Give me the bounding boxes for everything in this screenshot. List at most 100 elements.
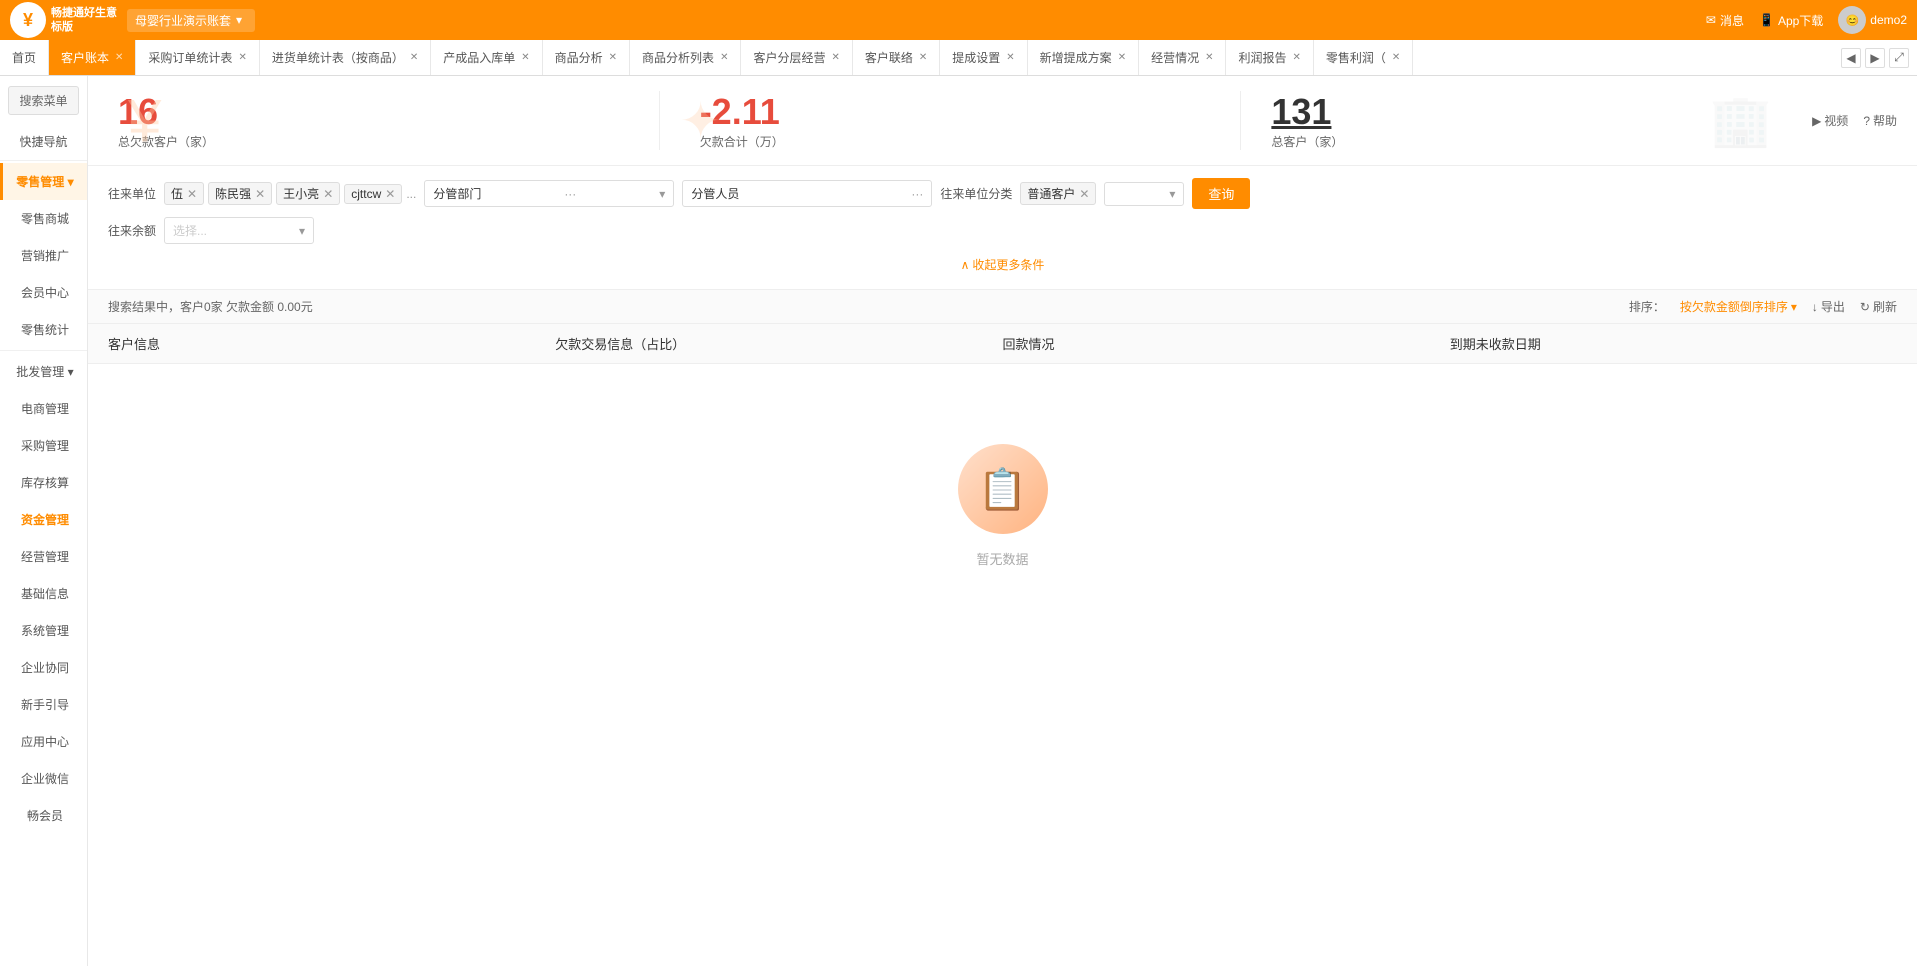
- sidebar-item-purchase-mgmt[interactable]: 采购管理: [0, 427, 87, 464]
- empty-state: 📋 暂无数据: [958, 444, 1048, 568]
- sidebar-item-enterprise-collab[interactable]: 企业协同: [0, 649, 87, 686]
- sidebar-item-retail-stats[interactable]: 零售统计: [0, 311, 87, 348]
- close-tab-customer-segment[interactable]: ✕: [831, 52, 839, 63]
- sidebar-item-retail-mgmt[interactable]: 零售管理 ▾: [0, 163, 87, 200]
- collapse-btn[interactable]: ∧ 收起更多条件: [108, 252, 1897, 277]
- close-tab-purchase-stats[interactable]: ✕: [410, 52, 418, 63]
- tab-customers[interactable]: 客户账本 ✕: [49, 40, 136, 75]
- dept-selector-dots: ···: [564, 187, 576, 201]
- unit-tag-2[interactable]: 王小亮 ✕: [276, 182, 340, 205]
- stat-card-3: 🏢 131 总客户（家）: [1241, 91, 1792, 150]
- close-tab-purchase-orders[interactable]: ✕: [238, 52, 246, 63]
- sidebar-item-app-center[interactable]: 应用中心: [0, 723, 87, 760]
- tab-cost-in[interactable]: 产成品入库单 ✕: [431, 40, 542, 75]
- sidebar-item-retail-mall[interactable]: 零售商城: [0, 200, 87, 237]
- sidebar-item-capital-mgmt[interactable]: 资金管理: [0, 501, 87, 538]
- logo-text: 畅捷通好生意 标版: [51, 6, 117, 35]
- tab-expand-btn[interactable]: ⤢: [1889, 48, 1909, 68]
- unit-tag-1[interactable]: 陈民强 ✕: [208, 182, 272, 205]
- remove-unit-type-tag[interactable]: ✕: [1079, 187, 1089, 201]
- help-btn[interactable]: ? 帮助: [1863, 112, 1897, 129]
- tab-prev-btn[interactable]: ◀: [1841, 48, 1861, 68]
- close-tab-operation[interactable]: ✕: [1205, 52, 1213, 63]
- empty-icon: 📋: [958, 444, 1048, 534]
- close-tab-goods-analysis[interactable]: ✕: [609, 52, 617, 63]
- sidebar-item-marketing[interactable]: 营销推广: [0, 237, 87, 274]
- results-summary: 搜索结果中，客户0家 欠款金额 0.00元: [108, 298, 313, 315]
- remove-unit-tag-1[interactable]: ✕: [255, 187, 265, 201]
- sidebar-item-enterprise-wechat[interactable]: 企业微信: [0, 760, 87, 797]
- unit-tags-more[interactable]: ...: [406, 187, 416, 201]
- stat-bg-icon-3: 🏢: [1710, 91, 1772, 150]
- sidebar-divider-2: [0, 350, 87, 351]
- top-bar: ¥ 畅捷通好生意 标版 母婴行业演示账套 ▾ ✉ 消息 📱 App下载 😊 de…: [0, 0, 1917, 40]
- sidebar-item-ecommerce-mgmt[interactable]: 电商管理: [0, 390, 87, 427]
- tab-purchase-orders[interactable]: 采购订单统计表 ✕: [136, 40, 259, 75]
- unit-tag-3[interactable]: cjttcw ✕: [344, 184, 402, 204]
- search-menu-btn[interactable]: 搜索菜单: [8, 86, 79, 115]
- tab-home[interactable]: 首页: [0, 40, 49, 75]
- tab-purchase-stats[interactable]: 进货单统计表（按商品） ✕: [260, 40, 431, 75]
- org-selector[interactable]: 母婴行业演示账套 ▾: [127, 9, 255, 32]
- stat-bg-icon-1: ¥: [128, 86, 161, 155]
- unit-filter-label: 往来单位: [108, 185, 156, 202]
- sidebar-item-new-guide[interactable]: 新手引导: [0, 686, 87, 723]
- tab-goods-list[interactable]: 商品分析列表 ✕: [630, 40, 741, 75]
- unit-filter-tags: 伍 ✕ 陈民强 ✕ 王小亮 ✕ cjttcw ✕: [164, 182, 416, 205]
- close-tab-retail-profit[interactable]: ✕: [1392, 52, 1400, 63]
- help-icon: ?: [1863, 114, 1870, 128]
- tab-goods-analysis[interactable]: 商品分析 ✕: [543, 40, 630, 75]
- remove-unit-tag-3[interactable]: ✕: [385, 187, 395, 201]
- table-body-empty: 📋 暂无数据: [88, 364, 1917, 648]
- sort-selector[interactable]: 按欠款金额倒序排序 ▾: [1680, 298, 1797, 315]
- dept-selector[interactable]: 分管部门 ··· ▾: [424, 180, 674, 207]
- remove-unit-tag-0[interactable]: ✕: [187, 187, 197, 201]
- sidebar-item-basic-info[interactable]: 基础信息: [0, 575, 87, 612]
- message-btn[interactable]: ✉ 消息: [1706, 12, 1744, 29]
- export-btn[interactable]: ↓ 导出: [1812, 298, 1845, 315]
- tab-profit-report[interactable]: 利润报告 ✕: [1226, 40, 1313, 75]
- close-tab-goods-list[interactable]: ✕: [720, 52, 728, 63]
- col-header-payment: 回款情况: [1003, 334, 1450, 353]
- close-tab-profit-report[interactable]: ✕: [1293, 52, 1301, 63]
- refresh-btn[interactable]: ↻ 刷新: [1860, 298, 1897, 315]
- col-header-customer: 客户信息: [108, 334, 555, 353]
- sidebar-item-inventory[interactable]: 库存核算: [0, 464, 87, 501]
- close-tab-cost-in[interactable]: ✕: [521, 52, 529, 63]
- unit-tag-0[interactable]: 伍 ✕: [164, 182, 204, 205]
- tab-raise-settings[interactable]: 提成设置 ✕: [940, 40, 1027, 75]
- person-selector[interactable]: 分管人员 ···: [682, 180, 932, 207]
- close-tab-raise-settings[interactable]: ✕: [1006, 52, 1014, 63]
- tab-customer-contact[interactable]: 客户联络 ✕: [853, 40, 940, 75]
- top-right: ✉ 消息 📱 App下载 😊 demo2: [1706, 6, 1907, 34]
- sidebar-item-system-mgmt[interactable]: 系统管理: [0, 612, 87, 649]
- balance-selector[interactable]: 选择... ▾: [164, 217, 314, 244]
- tab-operation[interactable]: 经营情况 ✕: [1139, 40, 1226, 75]
- tab-next-btn[interactable]: ▶: [1865, 48, 1885, 68]
- sidebar-item-wholesale-mgmt[interactable]: 批发管理 ▾: [0, 353, 87, 390]
- quick-nav-btn[interactable]: 快捷导航: [0, 125, 87, 158]
- close-tab-customers[interactable]: ✕: [115, 52, 123, 63]
- stat-info-3: 131 总客户（家）: [1271, 91, 1343, 150]
- user-profile-btn[interactable]: 😊 demo2: [1838, 6, 1907, 34]
- unit-type-tag-0[interactable]: 普通客户 ✕: [1020, 182, 1096, 205]
- sidebar: 搜索菜单 快捷导航 零售管理 ▾ 零售商城 营销推广 会员中心 零售统计 批发管…: [0, 76, 88, 966]
- message-icon: ✉: [1706, 13, 1716, 27]
- close-tab-customer-contact[interactable]: ✕: [919, 52, 927, 63]
- sidebar-item-member-center[interactable]: 会员中心: [0, 274, 87, 311]
- tab-retail-profit[interactable]: 零售利润（ ✕: [1314, 40, 1413, 75]
- unit-type-arrow: ▾: [1169, 187, 1175, 201]
- unit-type-dropdown[interactable]: ▾: [1104, 182, 1184, 206]
- query-btn[interactable]: 查询: [1192, 178, 1250, 209]
- tab-bar: 首页 客户账本 ✕ 采购订单统计表 ✕ 进货单统计表（按商品） ✕ 产成品入库单…: [0, 40, 1917, 76]
- video-btn[interactable]: ▶ 视频: [1812, 112, 1848, 129]
- stat-card-2: ✦ -2.11 欠款合计（万）: [660, 91, 1242, 150]
- col-header-debt: 欠款交易信息（占比）: [555, 334, 1002, 353]
- sidebar-item-unlimited-member[interactable]: 畅会员: [0, 797, 87, 834]
- app-download-btn[interactable]: 📱 App下载: [1759, 12, 1823, 29]
- tab-new-raise-plan[interactable]: 新增提成方案 ✕: [1028, 40, 1139, 75]
- sidebar-item-operation-mgmt[interactable]: 经营管理: [0, 538, 87, 575]
- remove-unit-tag-2[interactable]: ✕: [323, 187, 333, 201]
- close-tab-new-raise-plan[interactable]: ✕: [1118, 52, 1126, 63]
- tab-customer-segment[interactable]: 客户分层经营 ✕: [741, 40, 852, 75]
